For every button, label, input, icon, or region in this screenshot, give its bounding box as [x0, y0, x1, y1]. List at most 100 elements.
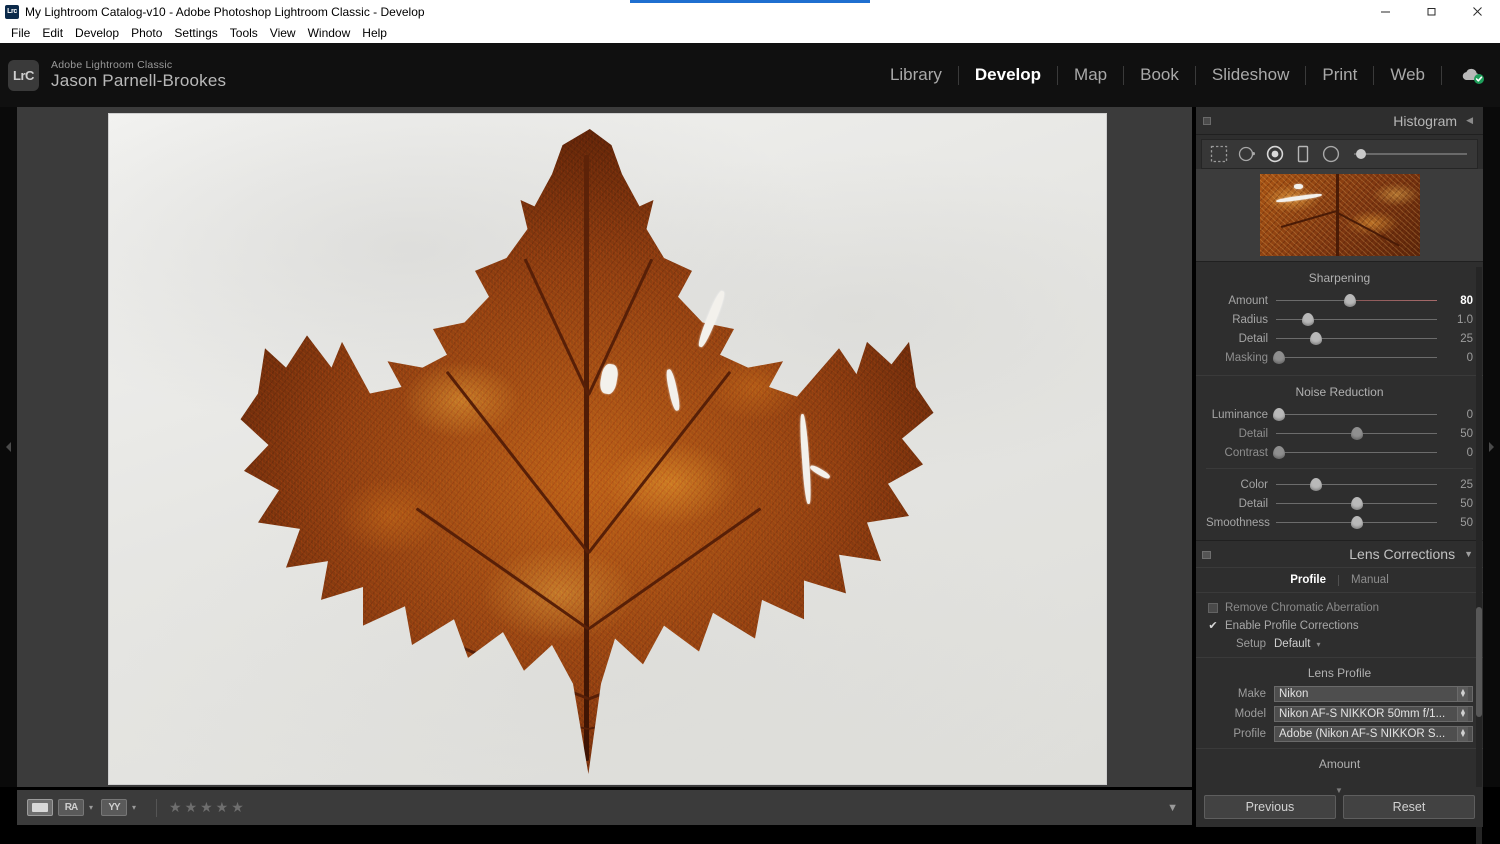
- slider-knob[interactable]: [1350, 497, 1363, 510]
- maximize-button[interactable]: [1408, 0, 1454, 23]
- nr-luminance-detail-value[interactable]: 50: [1437, 428, 1473, 440]
- lens-make-row[interactable]: Make Nikon ▲ ▼: [1196, 684, 1483, 704]
- setup-row[interactable]: Setup Default ▾: [1196, 635, 1483, 655]
- menu-edit[interactable]: Edit: [36, 24, 69, 42]
- tab-profile[interactable]: Profile: [1290, 574, 1326, 586]
- spot-removal-tool-button[interactable]: [1236, 143, 1258, 165]
- toolbar-expander-icon[interactable]: ▼: [1167, 802, 1182, 814]
- slider-knob[interactable]: [1273, 408, 1286, 421]
- before-after-split-caret-icon[interactable]: ▾: [132, 803, 136, 812]
- slider-row-masking[interactable]: Masking 0: [1196, 348, 1483, 367]
- menu-view[interactable]: View: [264, 24, 302, 42]
- histogram-panel-header[interactable]: Histogram ◀: [1196, 107, 1483, 134]
- tool-size-slider[interactable]: [1354, 149, 1467, 159]
- loupe-view-button[interactable]: [27, 799, 53, 816]
- setup-value[interactable]: Default: [1274, 638, 1310, 650]
- minimize-button[interactable]: [1362, 0, 1408, 23]
- menu-file[interactable]: File: [5, 24, 36, 42]
- slider-knob[interactable]: [1273, 446, 1286, 459]
- slider-knob[interactable]: [1310, 478, 1323, 491]
- module-map[interactable]: Map: [1058, 65, 1123, 85]
- chevron-updown-icon[interactable]: ▲ ▼: [1457, 727, 1468, 741]
- linear-gradient-tool-button[interactable]: [1292, 143, 1314, 165]
- nr-luminance-contrast-value[interactable]: 0: [1437, 447, 1473, 459]
- slider-knob[interactable]: [1344, 294, 1357, 307]
- lens-corrections-header[interactable]: Lens Corrections ▼: [1196, 541, 1483, 567]
- right-panel-toggle[interactable]: [1483, 107, 1500, 787]
- reset-button[interactable]: Reset: [1343, 795, 1475, 819]
- sharpening-detail-slider[interactable]: [1276, 329, 1437, 348]
- nr-color-detail-slider[interactable]: [1276, 494, 1437, 513]
- radial-gradient-tool-button[interactable]: [1320, 143, 1342, 165]
- tab-manual[interactable]: Manual: [1351, 574, 1389, 586]
- slider-row-luminance-contrast[interactable]: Contrast 0: [1196, 443, 1483, 462]
- image-canvas[interactable]: [17, 107, 1192, 787]
- module-slideshow[interactable]: Slideshow: [1196, 65, 1306, 85]
- menu-window[interactable]: Window: [302, 24, 357, 42]
- nr-luminance-slider[interactable]: [1273, 405, 1437, 424]
- chevron-updown-icon[interactable]: ▲ ▼: [1457, 707, 1468, 721]
- slider-row-amount[interactable]: Amount 80: [1196, 291, 1483, 310]
- remove-chromatic-aberration-row[interactable]: Remove Chromatic Aberration: [1196, 599, 1483, 617]
- nr-smoothness-value[interactable]: 50: [1437, 517, 1473, 529]
- slider-row-smoothness[interactable]: Smoothness 50: [1196, 513, 1483, 532]
- before-after-caret-icon[interactable]: ▾: [89, 803, 93, 812]
- sharpening-amount-value[interactable]: 80: [1437, 295, 1473, 307]
- sharpening-radius-value[interactable]: 1.0: [1437, 314, 1473, 326]
- module-develop[interactable]: Develop: [959, 65, 1057, 85]
- slider-row-luminance[interactable]: Luminance 0: [1196, 405, 1483, 424]
- slider-row-color-detail[interactable]: Detail 50: [1196, 494, 1483, 513]
- sharpening-detail-value[interactable]: 25: [1437, 333, 1473, 345]
- slider-knob[interactable]: [1350, 427, 1363, 440]
- detail-preview-image[interactable]: [1259, 174, 1420, 256]
- panel-scrollbar-track[interactable]: [1476, 267, 1482, 844]
- chevron-updown-icon[interactable]: ▲ ▼: [1457, 687, 1468, 701]
- enable-profile-corrections-row[interactable]: ✔ Enable Profile Corrections: [1196, 617, 1483, 635]
- lens-corrections-toggle-icon[interactable]: [1202, 551, 1211, 559]
- slider-knob[interactable]: [1350, 516, 1363, 529]
- nr-luminance-detail-slider[interactable]: [1276, 424, 1437, 443]
- crop-tool-button[interactable]: [1208, 143, 1230, 165]
- module-web[interactable]: Web: [1374, 65, 1441, 85]
- before-after-button[interactable]: RA: [58, 799, 84, 816]
- slider-knob[interactable]: [1302, 313, 1315, 326]
- sharpening-amount-slider[interactable]: [1276, 291, 1437, 310]
- module-print[interactable]: Print: [1306, 65, 1373, 85]
- photo-loupe-view[interactable]: [109, 114, 1106, 784]
- nr-color-value[interactable]: 25: [1437, 479, 1473, 491]
- close-button[interactable]: [1454, 0, 1500, 23]
- sharpening-masking-slider[interactable]: [1273, 348, 1437, 367]
- menu-tools[interactable]: Tools: [224, 24, 264, 42]
- rating-stars[interactable]: ★★★★★: [169, 799, 247, 816]
- expand-arrow-icon[interactable]: ▼: [1464, 549, 1473, 559]
- footer-expander-icon[interactable]: ▼: [1335, 786, 1343, 795]
- sharpening-masking-value[interactable]: 0: [1437, 352, 1473, 364]
- identity-plate[interactable]: Adobe Lightroom Classic Jason Parnell-Br…: [51, 59, 226, 91]
- checkmark-icon[interactable]: ✔: [1208, 621, 1218, 632]
- nr-color-detail-value[interactable]: 50: [1437, 498, 1473, 510]
- detail-preview-area[interactable]: [1196, 169, 1483, 261]
- menu-settings[interactable]: Settings: [168, 24, 223, 42]
- lens-model-dropdown[interactable]: Nikon AF-S NIKKOR 50mm f/1... ▲ ▼: [1274, 706, 1473, 722]
- remove-chromatic-aberration-checkbox[interactable]: [1208, 603, 1218, 613]
- slider-row-radius[interactable]: Radius 1.0: [1196, 310, 1483, 329]
- before-after-split-button[interactable]: YY: [101, 799, 128, 816]
- previous-button[interactable]: Previous: [1204, 795, 1336, 819]
- nr-smoothness-slider[interactable]: [1276, 513, 1437, 532]
- slider-row-luminance-detail[interactable]: Detail 50: [1196, 424, 1483, 443]
- left-panel-toggle[interactable]: [0, 107, 17, 787]
- nr-luminance-value[interactable]: 0: [1437, 409, 1473, 421]
- tool-size-knob[interactable]: [1356, 149, 1366, 159]
- menu-help[interactable]: Help: [356, 24, 393, 42]
- module-book[interactable]: Book: [1124, 65, 1195, 85]
- lens-model-row[interactable]: Model Nikon AF-S NIKKOR 50mm f/1... ▲ ▼: [1196, 704, 1483, 724]
- slider-row-detail[interactable]: Detail 25: [1196, 329, 1483, 348]
- sharpening-radius-slider[interactable]: [1276, 310, 1437, 329]
- red-eye-tool-button[interactable]: [1264, 143, 1286, 165]
- module-library[interactable]: Library: [874, 65, 958, 85]
- nr-luminance-contrast-slider[interactable]: [1273, 443, 1437, 462]
- menu-photo[interactable]: Photo: [125, 24, 168, 42]
- menu-develop[interactable]: Develop: [69, 24, 125, 42]
- sync-status-button[interactable]: [1460, 65, 1486, 85]
- lens-profile-dropdown[interactable]: Adobe (Nikon AF-S NIKKOR S... ▲ ▼: [1274, 726, 1473, 742]
